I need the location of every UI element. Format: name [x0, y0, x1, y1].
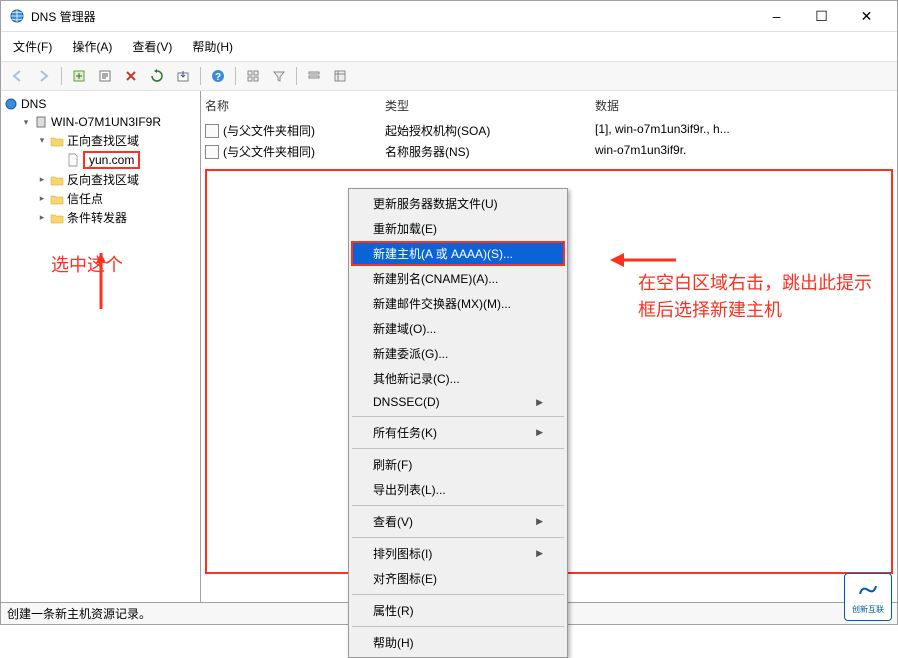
- ctx-reload[interactable]: 重新加载(E): [351, 216, 565, 241]
- ctx-separator: [352, 594, 564, 595]
- svg-text:?: ?: [215, 72, 221, 83]
- ctx-properties[interactable]: 属性(R): [351, 598, 565, 623]
- close-button[interactable]: ✕: [844, 1, 889, 31]
- expander-icon[interactable]: ▾: [19, 115, 33, 129]
- tb-view1-icon[interactable]: [242, 65, 264, 87]
- col-data[interactable]: 数据: [595, 97, 893, 114]
- ctx-new-host[interactable]: 新建主机(A 或 AAAA)(S)...: [351, 241, 565, 266]
- ctx-separator: [352, 505, 564, 506]
- record-icon: [205, 124, 219, 138]
- ctx-separator: [352, 416, 564, 417]
- col-type[interactable]: 类型: [385, 97, 595, 114]
- menu-view[interactable]: 查看(V): [128, 36, 176, 57]
- toolbar: ?: [1, 61, 897, 91]
- folder-icon: [49, 172, 65, 188]
- ctx-dnssec[interactable]: DNSSEC(D)▶: [351, 391, 565, 413]
- tree-pane[interactable]: DNS ▾ WIN-O7M1UN3IF9R ▾ 正向查找: [1, 91, 201, 602]
- annotation-rightclick: 在空白区域右击，跳出此提示框后选择新建主机: [638, 270, 888, 324]
- tree-zone-reverse[interactable]: ▸ 反向查找区域: [35, 170, 198, 189]
- tb-refresh-icon[interactable]: [146, 65, 168, 87]
- tb-view3-icon[interactable]: [329, 65, 351, 87]
- dns-icon: [3, 96, 19, 112]
- menu-help[interactable]: 帮助(H): [188, 36, 237, 57]
- tb-props-icon[interactable]: [94, 65, 116, 87]
- ctx-other-records[interactable]: 其他新记录(C)...: [351, 366, 565, 391]
- tb-help-icon[interactable]: ?: [207, 65, 229, 87]
- list-row[interactable]: (与父文件夹相同) 名称服务器(NS) win-o7m1un3if9r.: [205, 141, 893, 162]
- context-menu[interactable]: 更新服务器数据文件(U) 重新加载(E) 新建主机(A 或 AAAA)(S)..…: [348, 188, 568, 658]
- expander-icon[interactable]: ▸: [35, 211, 49, 225]
- ctx-all-tasks[interactable]: 所有任务(K)▶: [351, 420, 565, 445]
- ctx-new-mx[interactable]: 新建邮件交换器(MX)(M)...: [351, 291, 565, 316]
- tree-zone-forward[interactable]: ▾ 正向查找区域: [35, 131, 198, 150]
- ctx-refresh[interactable]: 刷新(F): [351, 452, 565, 477]
- list-row[interactable]: (与父文件夹相同) 起始授权机构(SOA) [1], win-o7m1un3if…: [205, 120, 893, 141]
- ctx-export[interactable]: 导出列表(L)...: [351, 477, 565, 502]
- ctx-align[interactable]: 对齐图标(E): [351, 566, 565, 591]
- tb-add-icon[interactable]: [68, 65, 90, 87]
- ctx-separator: [352, 537, 564, 538]
- menu-file[interactable]: 文件(F): [9, 36, 56, 57]
- expander-icon[interactable]: ▾: [35, 134, 49, 148]
- menu-action[interactable]: 操作(A): [68, 36, 116, 57]
- list-header[interactable]: 名称 类型 数据: [205, 95, 893, 120]
- nav-back-icon[interactable]: [7, 65, 29, 87]
- tb-view2-icon[interactable]: [303, 65, 325, 87]
- record-icon: [205, 145, 219, 159]
- tb-filter-icon[interactable]: [268, 65, 290, 87]
- ctx-arrange[interactable]: 排列图标(I)▶: [351, 541, 565, 566]
- submenu-arrow-icon: ▶: [536, 427, 543, 438]
- annotation-select: 选中这个: [51, 251, 123, 277]
- menubar: 文件(F) 操作(A) 查看(V) 帮助(H): [1, 31, 897, 61]
- ctx-new-domain[interactable]: 新建域(O)...: [351, 316, 565, 341]
- tree-zone-conditional[interactable]: ▸ 条件转发器: [35, 208, 198, 227]
- minimize-button[interactable]: –: [754, 1, 799, 31]
- tree-zone-trust[interactable]: ▸ 信任点: [35, 189, 198, 208]
- submenu-arrow-icon: ▶: [536, 548, 543, 559]
- tree-server[interactable]: ▾ WIN-O7M1UN3IF9R: [19, 113, 198, 131]
- tree-root[interactable]: DNS: [3, 95, 198, 113]
- titlebar[interactable]: DNS 管理器 – ☐ ✕: [1, 1, 897, 31]
- nav-fwd-icon[interactable]: [33, 65, 55, 87]
- ctx-separator: [352, 626, 564, 627]
- watermark: 创新互联: [844, 573, 892, 621]
- window-title: DNS 管理器: [31, 8, 754, 25]
- tb-export-icon[interactable]: [172, 65, 194, 87]
- submenu-arrow-icon: ▶: [536, 516, 543, 527]
- folder-icon: [49, 191, 65, 207]
- ctx-help[interactable]: 帮助(H): [351, 630, 565, 655]
- app-icon: [9, 8, 25, 24]
- expander-icon[interactable]: ▸: [35, 173, 49, 187]
- folder-icon: [49, 210, 65, 226]
- folder-icon: [49, 133, 65, 149]
- tb-delete-icon[interactable]: [120, 65, 142, 87]
- ctx-update-server[interactable]: 更新服务器数据文件(U): [351, 191, 565, 216]
- server-icon: [33, 114, 49, 130]
- ctx-view[interactable]: 查看(V)▶: [351, 509, 565, 534]
- ctx-new-delegation[interactable]: 新建委派(G)...: [351, 341, 565, 366]
- ctx-separator: [352, 448, 564, 449]
- expander-icon[interactable]: ▸: [35, 192, 49, 206]
- ctx-new-cname[interactable]: 新建别名(CNAME)(A)...: [351, 266, 565, 291]
- submenu-arrow-icon: ▶: [536, 397, 543, 408]
- zone-icon: [65, 152, 81, 168]
- tree-zone-yun[interactable]: yun.com: [51, 150, 198, 170]
- col-name[interactable]: 名称: [205, 97, 385, 114]
- maximize-button[interactable]: ☐: [799, 1, 844, 31]
